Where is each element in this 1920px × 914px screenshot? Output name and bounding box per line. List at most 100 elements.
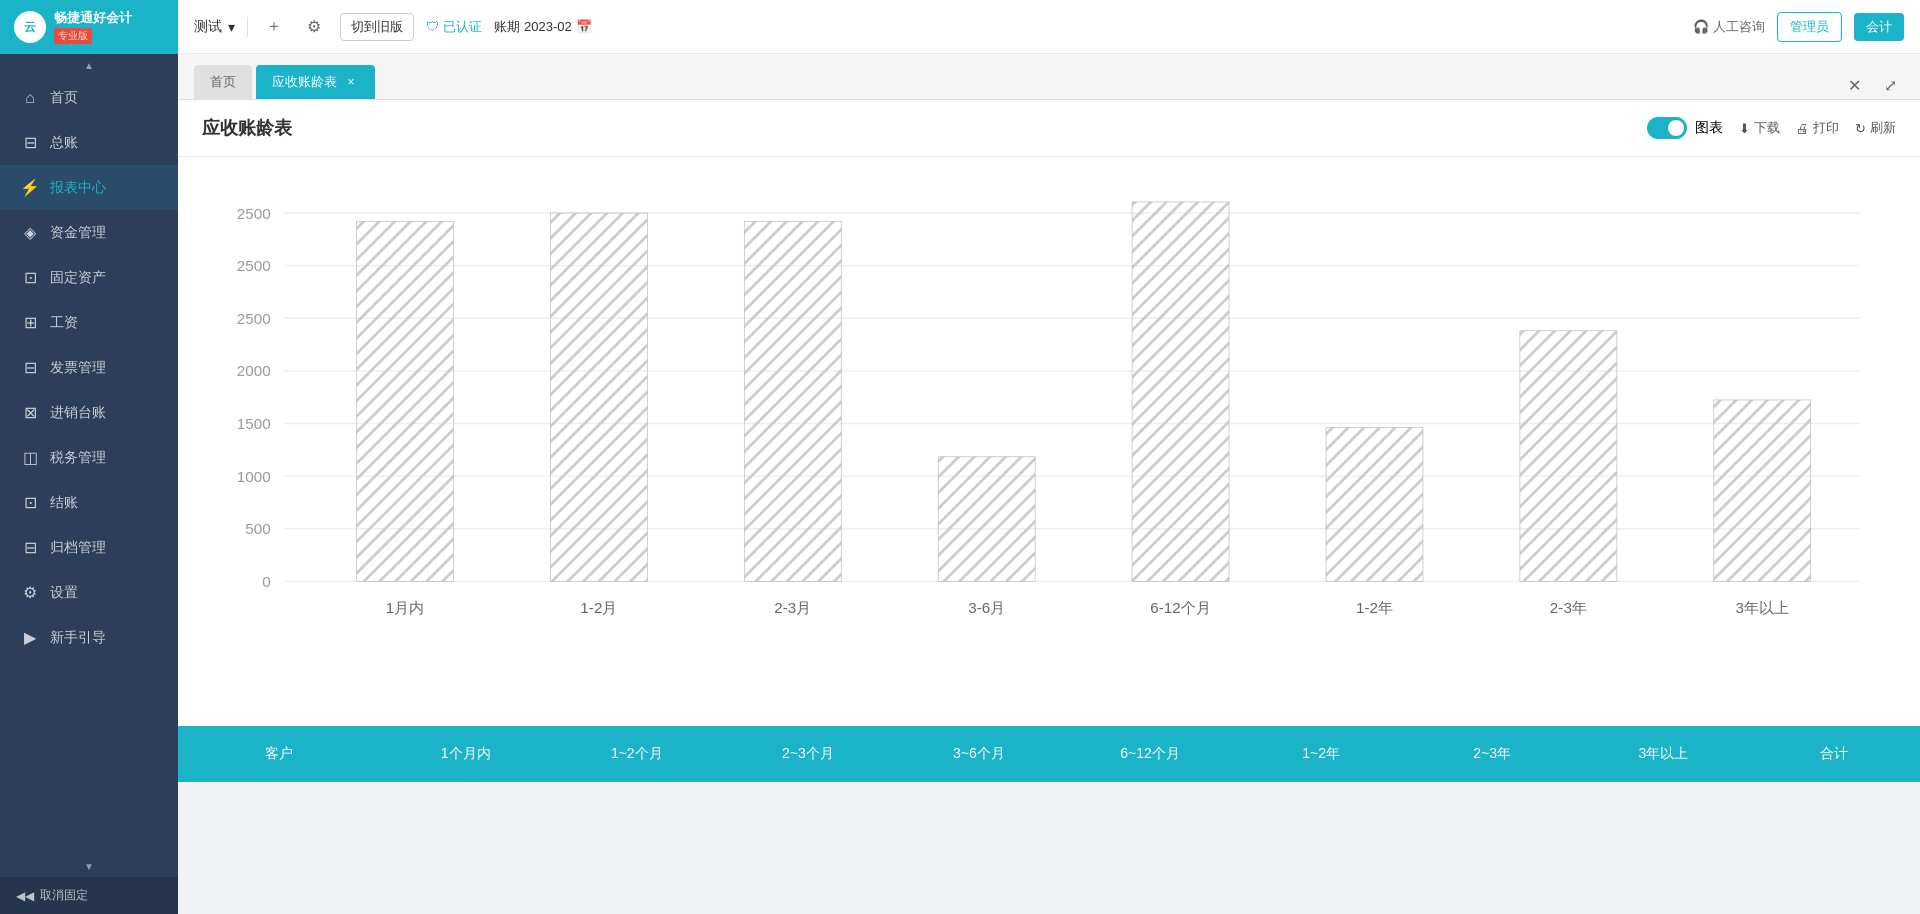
svg-text:2500: 2500 [237,310,271,327]
svg-text:3-6月: 3-6月 [968,599,1005,616]
sidebar: 云 畅捷通好会计 专业版 ▲ ⌂ 首页 ⊟ 总账 ⚡ 报表中心 ◈ 资金管理 ⊡… [0,0,178,914]
add-button[interactable]: ＋ [260,13,288,41]
sidebar-item-archive[interactable]: ⊟ 归档管理 [0,525,178,570]
period-display: 账期 2023-02 📅 [494,18,592,36]
sidebar-item-tax[interactable]: ◫ 税务管理 [0,435,178,480]
logo-icon: 云 [14,11,46,43]
guide-icon: ▶ [20,628,40,647]
sidebar-item-home[interactable]: ⌂ 首页 [0,76,178,120]
tab-home[interactable]: 首页 [194,65,252,99]
sidebar-logo: 云 畅捷通好会计 专业版 [0,0,178,54]
sidebar-item-label: 进销台账 [50,404,106,422]
svg-text:2500: 2500 [237,205,271,222]
reports-icon: ⚡ [20,178,40,197]
consult-button[interactable]: 🎧 人工咨询 [1693,18,1765,36]
bar-1-2year [1326,428,1423,582]
sidebar-unpin-button[interactable]: ◀◀ 取消固定 [0,877,178,914]
ledger-icon: ⊟ [20,133,40,152]
bar-2-3year [1520,331,1617,582]
period-label: 账期 [494,18,520,36]
logo-text: 畅捷通好会计 专业版 [54,10,132,44]
sidebar-item-label: 归档管理 [50,539,106,557]
sidebar-item-assets[interactable]: ⊡ 固定资产 [0,255,178,300]
tab-close-icon[interactable]: × [343,74,359,90]
chart-toggle-wrapper: 图表 [1647,117,1723,139]
sidebar-item-ledger[interactable]: ⊟ 总账 [0,120,178,165]
main-area: 测试 ▾ ＋ ⚙ 切到旧版 🛡 已认证 账期 2023-02 📅 🎧 人工咨询 … [178,0,1920,914]
app-edition: 专业版 [54,28,92,44]
col-header-1-2month: 1~2个月 [551,729,722,779]
topbar: 测试 ▾ ＋ ⚙ 切到旧版 🛡 已认证 账期 2023-02 📅 🎧 人工咨询 … [178,0,1920,54]
sidebar-scroll-up[interactable]: ▲ [0,54,178,76]
print-icon: 🖨 [1796,121,1809,136]
chart-toggle[interactable] [1647,117,1687,139]
svg-text:1-2年: 1-2年 [1356,599,1393,616]
svg-text:500: 500 [245,520,270,537]
app-title: 畅捷通好会计 [54,10,132,26]
divider-1 [247,17,248,37]
sidebar-item-settings[interactable]: ⚙ 设置 [0,570,178,615]
close-accounts-icon: ⊡ [20,493,40,512]
funds-icon: ◈ [20,223,40,242]
tab-receivable-aging[interactable]: 应收账龄表 × [256,65,375,99]
sidebar-item-invoice[interactable]: ⊟ 发票管理 [0,345,178,390]
table-header: 客户 1个月内 1~2个月 2~3个月 3~6个月 6~12个月 1~2年 2~… [178,726,1920,782]
headset-icon: 🎧 [1693,19,1709,34]
content-area[interactable]: 应收账龄表 图表 ⬇ 下载 🖨 打印 ↻ [178,100,1920,914]
switch-to-old-btn[interactable]: 切到旧版 [340,13,414,41]
chevron-down-icon: ▾ [228,19,235,35]
tab-bar-controls: ✕ ⤢ [1840,71,1904,99]
download-icon: ⬇ [1739,121,1750,136]
bar-chart: 2500 2500 2500 2000 1500 1000 500 0 [218,177,1880,703]
col-header-1-2year: 1~2年 [1236,729,1407,779]
sidebar-item-funds[interactable]: ◈ 资金管理 [0,210,178,255]
period-value: 2023-02 [524,19,572,34]
tab-home-label: 首页 [210,73,236,91]
svg-text:2-3月: 2-3月 [774,599,811,616]
svg-text:2000: 2000 [237,362,271,379]
certified-label: 已认证 [443,18,482,36]
sidebar-item-label: 报表中心 [50,179,106,197]
bar-1-2month [550,213,647,581]
sidebar-item-label: 设置 [50,584,78,602]
calendar-icon[interactable]: 📅 [576,19,592,34]
sidebar-item-close[interactable]: ⊡ 结账 [0,480,178,525]
sidebar-item-salary[interactable]: ⊞ 工资 [0,300,178,345]
accountant-button[interactable]: 会计 [1854,13,1904,41]
col-header-2-3month: 2~3个月 [722,729,893,779]
expand-tab-btn[interactable]: ⤢ [1876,71,1904,99]
col-header-total: 合计 [1749,729,1920,779]
tab-active-label: 应收账龄表 [272,73,337,91]
consult-label: 人工咨询 [1713,18,1765,36]
sidebar-item-label: 新手引导 [50,629,106,647]
close-tab-btn[interactable]: ✕ [1840,71,1868,99]
col-header-1month: 1个月内 [380,729,551,779]
sidebar-nav: ⌂ 首页 ⊟ 总账 ⚡ 报表中心 ◈ 资金管理 ⊡ 固定资产 ⊞ 工资 ⊟ 发票… [0,76,178,855]
settings-gear-button[interactable]: ⚙ [300,13,328,41]
bar-2-3month [744,221,841,581]
salary-icon: ⊞ [20,313,40,332]
project-selector[interactable]: 测试 ▾ [194,18,235,36]
svg-text:1500: 1500 [237,415,271,432]
tax-icon: ◫ [20,448,40,467]
sidebar-item-label: 发票管理 [50,359,106,377]
assets-icon: ⊡ [20,268,40,287]
svg-text:0: 0 [262,573,270,590]
svg-text:2500: 2500 [237,257,271,274]
refresh-button[interactable]: ↻ 刷新 [1855,119,1896,137]
print-button[interactable]: 🖨 打印 [1796,119,1839,137]
sidebar-item-reports[interactable]: ⚡ 报表中心 [0,165,178,210]
sidebar-item-inventory[interactable]: ⊠ 进销台账 [0,390,178,435]
report-header: 应收账龄表 图表 ⬇ 下载 🖨 打印 ↻ [178,100,1920,157]
shield-icon: 🛡 [426,19,439,34]
sidebar-scroll-down[interactable]: ▼ [0,855,178,877]
svg-text:2-3年: 2-3年 [1550,599,1587,616]
sidebar-item-guide[interactable]: ▶ 新手引导 [0,615,178,660]
manager-button[interactable]: 管理员 [1777,12,1842,42]
col-header-2-3year: 2~3年 [1407,729,1578,779]
download-button[interactable]: ⬇ 下载 [1739,119,1780,137]
sidebar-item-label: 工资 [50,314,78,332]
page-content: 应收账龄表 图表 ⬇ 下载 🖨 打印 ↻ [178,100,1920,914]
report-title: 应收账龄表 [202,116,292,140]
settings-icon: ⚙ [20,583,40,602]
